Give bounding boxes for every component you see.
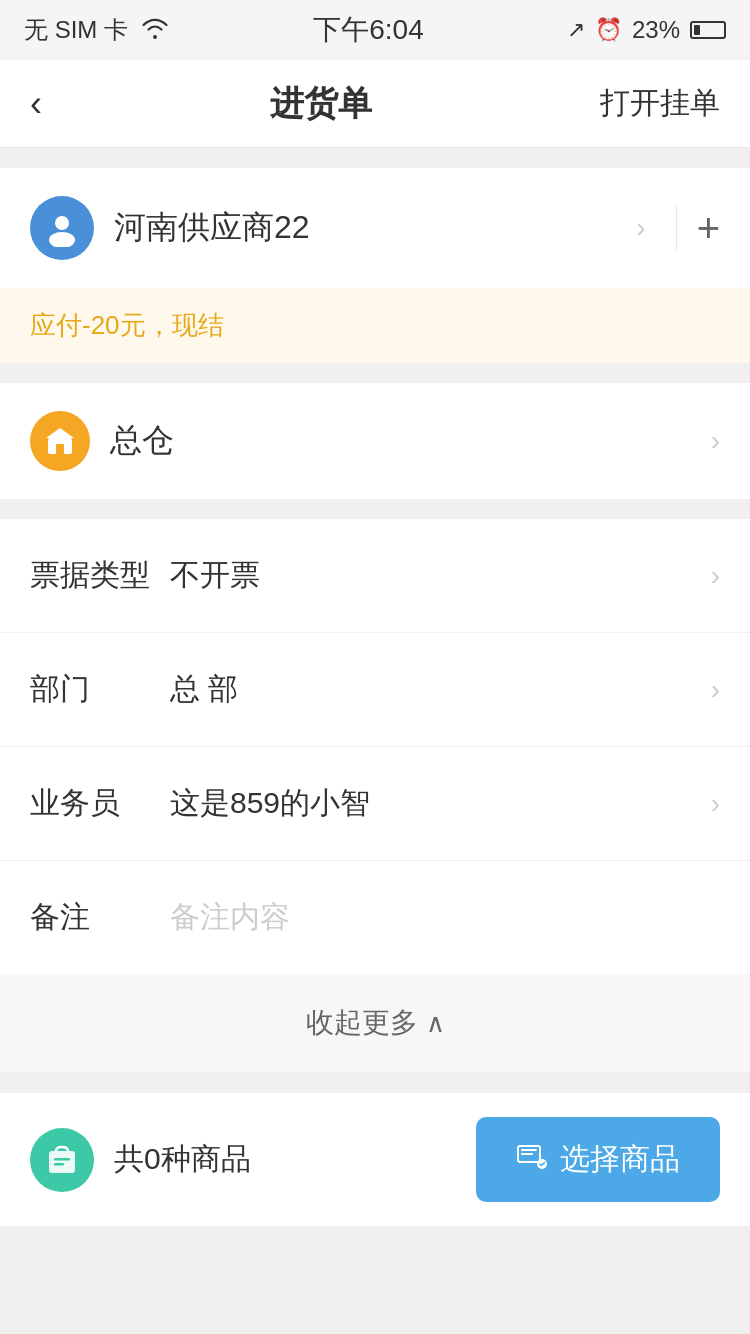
invoice-type-value: 不开票 — [170, 555, 711, 596]
notice-text: 应付-20元，现结 — [30, 310, 224, 340]
form-section: 票据类型 不开票 › 部门 总 部 › 业务员 这是859的小智 › 备注 备注… — [0, 519, 750, 974]
add-supplier-button[interactable]: + — [676, 206, 720, 251]
svg-marker-3 — [46, 428, 74, 438]
department-row[interactable]: 部门 总 部 › — [0, 632, 750, 746]
svg-rect-5 — [49, 1151, 75, 1173]
page-title: 进货单 — [270, 81, 372, 127]
battery-icon — [690, 21, 726, 39]
salesperson-chevron-icon: › — [711, 788, 720, 820]
section-gap-1 — [0, 148, 750, 168]
select-product-button[interactable]: 选择商品 — [476, 1117, 720, 1202]
supplier-row[interactable]: 河南供应商22 › + — [0, 168, 750, 288]
battery-percent: 23% — [632, 16, 680, 44]
department-label: 部门 — [30, 669, 170, 710]
section-gap-2 — [0, 363, 750, 383]
svg-rect-6 — [54, 1158, 70, 1161]
warehouse-section: 总仓 › — [0, 383, 750, 499]
supplier-chevron-icon: › — [636, 212, 645, 244]
status-bar: 无 SIM 卡 下午6:04 ↗ ⏰ 23% — [0, 0, 750, 60]
location-icon: ↗ — [567, 17, 585, 43]
alarm-icon: ⏰ — [595, 17, 622, 43]
nav-bar: ‹ 进货单 打开挂单 — [0, 60, 750, 148]
invoice-type-row[interactable]: 票据类型 不开票 › — [0, 519, 750, 632]
status-right: ↗ ⏰ 23% — [567, 16, 726, 44]
supplier-section: 河南供应商22 › + 应付-20元，现结 — [0, 168, 750, 363]
invoice-type-chevron-icon: › — [711, 560, 720, 592]
salesperson-label: 业务员 — [30, 783, 170, 824]
bottom-bar: 共0种商品 选择商品 — [0, 1092, 750, 1226]
supplier-name: 河南供应商22 — [114, 206, 636, 250]
page-background — [0, 1226, 750, 1334]
remark-label: 备注 — [30, 897, 170, 938]
svg-rect-4 — [56, 444, 64, 454]
collapse-button[interactable]: 收起更多 ∧ — [0, 974, 750, 1072]
notice-bar: 应付-20元，现结 — [0, 288, 750, 363]
invoice-type-label: 票据类型 — [30, 555, 170, 596]
section-gap-4 — [0, 1072, 750, 1092]
salesperson-value: 这是859的小智 — [170, 783, 711, 824]
section-gap-3 — [0, 499, 750, 519]
warehouse-chevron-icon: › — [711, 425, 720, 457]
supplier-avatar — [30, 196, 94, 260]
svg-point-0 — [55, 216, 69, 230]
wifi-icon — [140, 15, 170, 46]
svg-rect-7 — [54, 1163, 64, 1166]
remark-row[interactable]: 备注 备注内容 — [0, 860, 750, 974]
carrier-text: 无 SIM 卡 — [24, 14, 128, 46]
status-left: 无 SIM 卡 — [24, 14, 170, 46]
status-time: 下午6:04 — [313, 11, 424, 49]
collapse-label: 收起更多 — [306, 1004, 418, 1042]
select-product-label: 选择商品 — [560, 1139, 680, 1180]
svg-point-1 — [49, 232, 75, 247]
warehouse-name: 总仓 — [110, 419, 711, 463]
department-chevron-icon: › — [711, 674, 720, 706]
open-pending-button[interactable]: 打开挂单 — [600, 83, 720, 124]
product-count-text: 共0种商品 — [114, 1139, 476, 1180]
collapse-icon: ∧ — [426, 1008, 445, 1039]
select-product-icon — [516, 1142, 548, 1177]
warehouse-row[interactable]: 总仓 › — [0, 383, 750, 499]
remark-value: 备注内容 — [170, 897, 720, 938]
salesperson-row[interactable]: 业务员 这是859的小智 › — [0, 746, 750, 860]
back-button[interactable]: ‹ — [30, 83, 42, 125]
department-value: 总 部 — [170, 669, 711, 710]
warehouse-icon — [30, 411, 90, 471]
product-icon — [30, 1128, 94, 1192]
